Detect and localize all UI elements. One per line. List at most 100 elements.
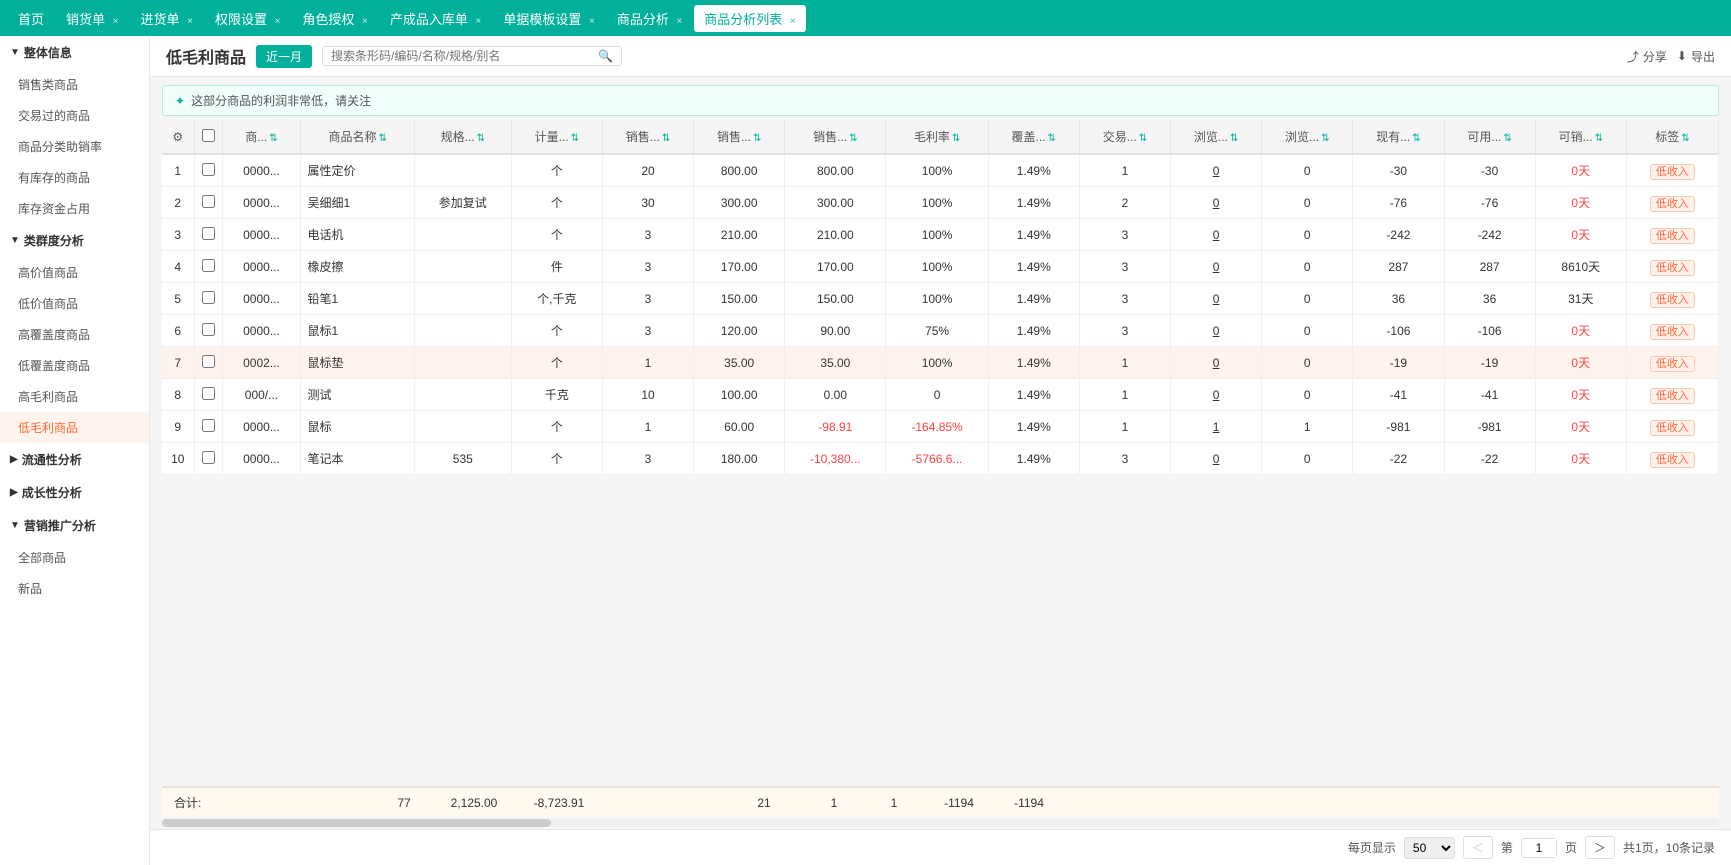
- row-browse1[interactable]: 0: [1171, 443, 1262, 475]
- col-name[interactable]: 商品名称⇅: [301, 120, 414, 154]
- search-input[interactable]: [331, 49, 598, 63]
- row-checkbox[interactable]: [194, 187, 222, 219]
- close-role-icon[interactable]: ×: [362, 16, 368, 27]
- row-browse1[interactable]: 0: [1171, 379, 1262, 411]
- close-product-in-icon[interactable]: ×: [476, 16, 482, 27]
- col-gross-rate[interactable]: 毛利率⇅: [886, 120, 988, 154]
- col-current[interactable]: 现有...⇅: [1353, 120, 1444, 154]
- nav-analysis[interactable]: 商品分析 ×: [607, 5, 692, 32]
- sidebar-item-low-value[interactable]: 低价值商品: [0, 288, 149, 319]
- search-icon[interactable]: 🔍: [598, 49, 613, 63]
- sidebar-item-low-coverage[interactable]: 低覆盖度商品: [0, 350, 149, 381]
- row-checkbox[interactable]: [194, 251, 222, 283]
- row-browse2: 0: [1262, 347, 1353, 379]
- row-browse1[interactable]: 0: [1171, 219, 1262, 251]
- close-analysis-icon[interactable]: ×: [676, 16, 682, 27]
- scrollbar-thumb[interactable]: [162, 819, 551, 827]
- sidebar-item-category-rate[interactable]: 商品分类助销率: [0, 131, 149, 162]
- row-code: 0000...: [222, 411, 301, 443]
- table-container[interactable]: ⚙ 商...⇅ 商品名称⇅ 规格...⇅ 计量...⇅ 销售...⇅ 销售...…: [162, 120, 1719, 786]
- sidebar-group-cluster-label: 类群度分析: [24, 232, 84, 249]
- nav-permission[interactable]: 权限设置 ×: [205, 5, 290, 32]
- row-saleable: 0天: [1535, 379, 1626, 411]
- page-size-select[interactable]: 50 100 200: [1404, 837, 1455, 859]
- nav-template[interactable]: 单据模板设置 ×: [493, 5, 604, 32]
- col-trade[interactable]: 交易...⇅: [1079, 120, 1170, 154]
- row-checkbox[interactable]: [194, 315, 222, 347]
- row-browse1[interactable]: 0: [1171, 251, 1262, 283]
- close-sales-icon[interactable]: ×: [113, 16, 119, 27]
- sidebar-item-high-gross[interactable]: 高毛利商品: [0, 381, 149, 412]
- row-checkbox[interactable]: [194, 379, 222, 411]
- col-tag[interactable]: 标签⇅: [1626, 120, 1718, 154]
- share-button[interactable]: ⤴ 分享: [1627, 48, 1667, 65]
- col-browse1[interactable]: 浏览...⇅: [1171, 120, 1262, 154]
- sidebar-item-traded-goods[interactable]: 交易过的商品: [0, 100, 149, 131]
- sidebar-item-high-coverage[interactable]: 高覆盖度商品: [0, 319, 149, 350]
- horizontal-scrollbar[interactable]: [162, 819, 1719, 827]
- nav-analysis-list[interactable]: 商品分析列表 ×: [694, 5, 805, 32]
- row-checkbox[interactable]: [194, 219, 222, 251]
- page-input[interactable]: [1521, 838, 1557, 858]
- sidebar-item-high-value[interactable]: 高价值商品: [0, 257, 149, 288]
- sidebar-group-marketing-label: 营销推广分析: [24, 517, 96, 534]
- nav-role[interactable]: 角色授权 ×: [292, 5, 377, 32]
- row-browse1[interactable]: 0: [1171, 283, 1262, 315]
- row-checkbox[interactable]: [194, 154, 222, 187]
- sidebar-item-all-goods[interactable]: 全部商品: [0, 542, 149, 573]
- row-browse1[interactable]: 1: [1171, 411, 1262, 443]
- row-checkbox[interactable]: [194, 411, 222, 443]
- nav-sales[interactable]: 销货单 ×: [56, 5, 128, 32]
- col-code[interactable]: 商...⇅: [222, 120, 301, 154]
- select-all-checkbox[interactable]: [202, 129, 215, 142]
- sidebar-group-overall[interactable]: ▼ 整体信息: [0, 36, 149, 69]
- row-coverage: 1: [1079, 379, 1170, 411]
- nav-purchase[interactable]: 进货单 ×: [130, 5, 202, 32]
- col-checkbox[interactable]: [194, 120, 222, 154]
- nav-product-in[interactable]: 产成品入库单 ×: [380, 5, 491, 32]
- filter-recent-month[interactable]: 近一月: [256, 45, 312, 68]
- col-saleable[interactable]: 可销...⇅: [1535, 120, 1626, 154]
- settings-icon[interactable]: ⚙: [172, 130, 183, 144]
- close-analysis-list-icon[interactable]: ×: [790, 16, 796, 27]
- row-no: 4: [162, 251, 194, 283]
- export-button[interactable]: ⬇ 导出: [1677, 48, 1715, 65]
- sidebar-item-in-stock[interactable]: 有库存的商品: [0, 162, 149, 193]
- prev-page-btn[interactable]: ＜: [1463, 836, 1493, 859]
- sidebar-group-cluster[interactable]: ▼ 类群度分析: [0, 224, 149, 257]
- col-unit[interactable]: 计量...⇅: [511, 120, 602, 154]
- row-profit-rate: 75%: [886, 315, 988, 347]
- sidebar-item-low-gross[interactable]: 低毛利商品: [0, 412, 149, 443]
- col-settings[interactable]: ⚙: [162, 120, 194, 154]
- col-available[interactable]: 可用...⇅: [1444, 120, 1535, 154]
- row-available: -41: [1444, 379, 1535, 411]
- row-checkbox[interactable]: [194, 347, 222, 379]
- col-browse2[interactable]: 浏览...⇅: [1262, 120, 1353, 154]
- row-tag: 低收入: [1626, 315, 1718, 347]
- row-checkbox[interactable]: [194, 283, 222, 315]
- row-gross-rate: 1.49%: [988, 187, 1079, 219]
- row-browse1[interactable]: 0: [1171, 347, 1262, 379]
- next-page-btn[interactable]: ＞: [1585, 836, 1615, 859]
- sidebar-item-sales-goods[interactable]: 销售类商品: [0, 69, 149, 100]
- close-purchase-icon[interactable]: ×: [187, 16, 193, 27]
- sidebar-group-growth[interactable]: ▶ 成长性分析: [0, 476, 149, 509]
- sidebar-group-marketing[interactable]: ▼ 营销推广分析: [0, 509, 149, 542]
- col-sale-amount[interactable]: 销售...⇅: [694, 120, 785, 154]
- sidebar-group-flow[interactable]: ▶ 流通性分析: [0, 443, 149, 476]
- sidebar-item-new-goods[interactable]: 新品: [0, 573, 149, 604]
- col-sale-qty[interactable]: 销售...⇅: [602, 120, 693, 154]
- row-browse1[interactable]: 0: [1171, 154, 1262, 187]
- col-coverage[interactable]: 覆盖...⇅: [988, 120, 1079, 154]
- close-permission-icon[interactable]: ×: [275, 16, 281, 27]
- row-browse1[interactable]: 0: [1171, 315, 1262, 347]
- col-sale-profit[interactable]: 销售...⇅: [785, 120, 886, 154]
- col-spec[interactable]: 规格...⇅: [414, 120, 511, 154]
- row-code: 0002...: [222, 347, 301, 379]
- close-template-icon[interactable]: ×: [589, 16, 595, 27]
- nav-home[interactable]: 首页: [8, 5, 54, 32]
- sidebar-item-capital[interactable]: 库存资金占用: [0, 193, 149, 224]
- row-checkbox[interactable]: [194, 443, 222, 475]
- row-browse1[interactable]: 0: [1171, 187, 1262, 219]
- row-spec: 535: [414, 443, 511, 475]
